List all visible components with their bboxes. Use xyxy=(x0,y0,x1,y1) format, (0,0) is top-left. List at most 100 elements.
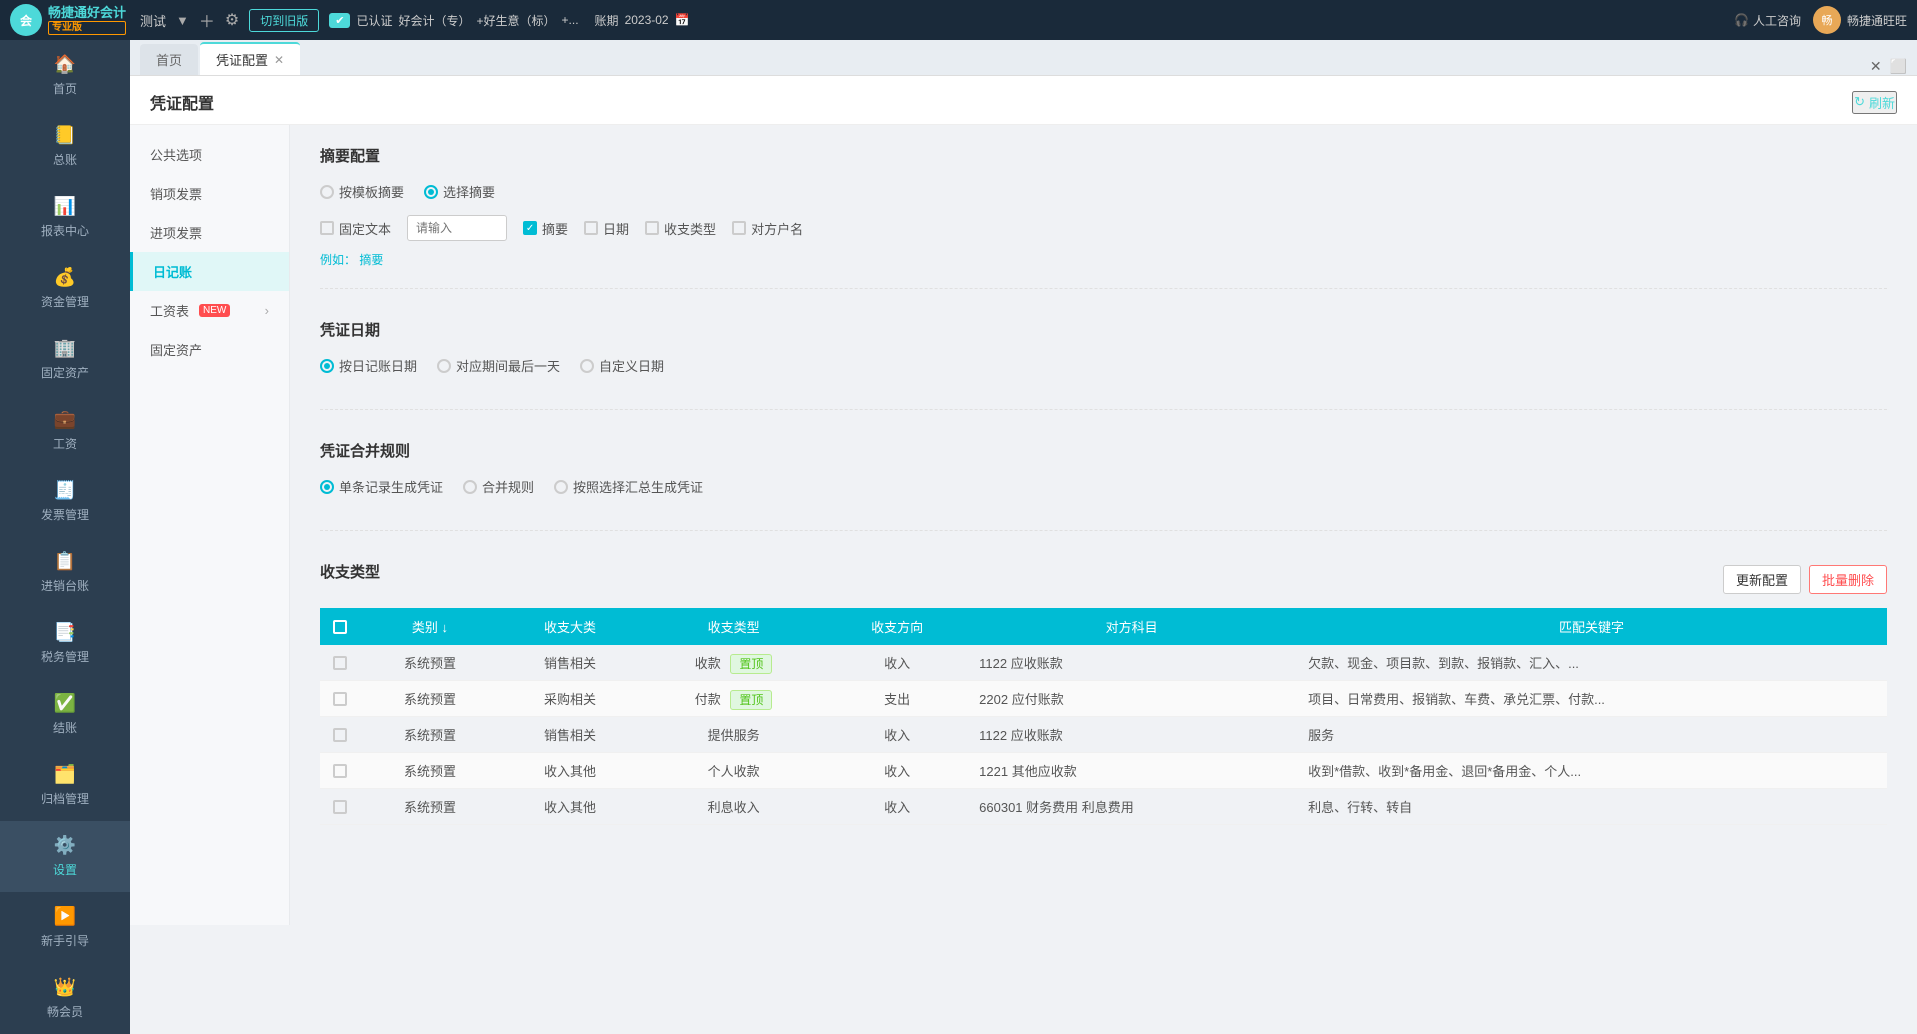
row-checkbox-3[interactable] xyxy=(333,764,347,778)
batch-delete-btn[interactable]: 批量删除 xyxy=(1809,565,1887,594)
counterparty-checkbox-box xyxy=(732,221,746,235)
sidebar-item-reports[interactable]: 📊 报表中心 xyxy=(0,182,130,253)
app-edition: 专业版 xyxy=(48,21,126,35)
sidebar-item-settings[interactable]: ⚙️ 设置 xyxy=(0,821,130,892)
inner-layout: 公共选项 销项发票 进项发票 日记账 工资表 NEW › 固定资产 xyxy=(130,125,1917,925)
row-account-2: 1122 应收账款 xyxy=(967,717,1296,753)
sidebar-item-home[interactable]: 🏠 首页 xyxy=(0,40,130,111)
row-direction-4: 收入 xyxy=(827,789,967,825)
row-sub-type-1: 付款 置顶 xyxy=(640,681,827,717)
row-checkbox-4[interactable] xyxy=(333,800,347,814)
sidebar-label-archive: 归档管理 xyxy=(41,790,89,807)
maximize-icon[interactable]: ⬜ xyxy=(1890,58,1907,75)
sidebar-item-tax[interactable]: 📑 税务管理 xyxy=(0,608,130,679)
row-keywords-4: 利息、行转、转自 xyxy=(1296,789,1887,825)
sub-sidebar-purchase-label: 进项发票 xyxy=(150,223,202,242)
sidebar-item-invoice[interactable]: 🧾 发票管理 xyxy=(0,466,130,537)
sub-sidebar-payroll[interactable]: 工资表 NEW › xyxy=(130,291,289,330)
summary-section-title: 摘要配置 xyxy=(320,145,1887,166)
sidebar-item-ledger[interactable]: 📒 总账 xyxy=(0,111,130,182)
plus-icon[interactable]: ＋ xyxy=(199,8,215,32)
template-summary-label: 按模板摘要 xyxy=(339,182,404,201)
period-value: 2023-02 xyxy=(625,13,669,27)
period-label: 账期 xyxy=(595,12,619,29)
sub-sidebar-fixed-assets-sub[interactable]: 固定资产 xyxy=(130,330,289,369)
tab-home[interactable]: 首页 xyxy=(140,44,198,75)
sidebar-item-salary[interactable]: 💼 工资 xyxy=(0,395,130,466)
human-service-btn[interactable]: 🎧 人工咨询 xyxy=(1734,12,1801,29)
sub-sidebar-purchase-invoice[interactable]: 进项发票 xyxy=(130,213,289,252)
fixed-text-checkbox-box xyxy=(320,221,334,235)
payment-type-checkbox[interactable]: 收支类型 xyxy=(645,219,716,238)
single-record-radio[interactable]: 单条记录生成凭证 xyxy=(320,477,443,496)
expand-arrow-icon[interactable]: › xyxy=(265,303,269,318)
sidebar-item-fixed-assets[interactable]: 🏢 固定资产 xyxy=(0,324,130,395)
sidebar-item-funds[interactable]: 💰 资金管理 xyxy=(0,253,130,324)
row-checkbox-2[interactable] xyxy=(333,728,347,742)
row-keywords-2: 服务 xyxy=(1296,717,1887,753)
close-window-icon[interactable]: ✕ xyxy=(1870,58,1882,75)
date-checkbox[interactable]: 日期 xyxy=(584,219,629,238)
fixed-text-checkbox[interactable]: 固定文本 xyxy=(320,219,391,238)
settings-icon[interactable]: ⚙ xyxy=(225,10,239,30)
summary-checkbox-row: 固定文本 ✓ 摘要 日期 收支类型 xyxy=(320,215,1887,241)
single-record-label: 单条记录生成凭证 xyxy=(339,477,443,496)
example-prefix: 例如： xyxy=(320,253,356,267)
voucher-date-radio-group: 按日记账日期 对应期间最后一天 自定义日期 xyxy=(320,356,1887,375)
app-logo: 会 畅捷通好会计 专业版 xyxy=(10,4,130,36)
calendar-icon[interactable]: 📅 xyxy=(675,13,690,27)
sidebar-item-archive[interactable]: 🗂️ 归档管理 xyxy=(0,750,130,821)
period-last-day-radio[interactable]: 对应期间最后一天 xyxy=(437,356,560,375)
user-menu[interactable]: 畅 畅捷通旺旺 xyxy=(1813,6,1907,34)
sidebar-label-settings: 设置 xyxy=(53,861,77,878)
sub-sidebar-fixed-assets-label: 固定资产 xyxy=(150,340,202,359)
row-checkbox-1[interactable] xyxy=(333,692,347,706)
company-dropdown-icon[interactable]: ▼ xyxy=(176,13,189,28)
tax-icon: 📑 xyxy=(54,622,76,643)
sidebar-label-tax: 税务管理 xyxy=(41,648,89,665)
tab-bar: 首页 凭证配置 ✕ ✕ ⬜ xyxy=(130,40,1917,76)
summary-generate-radio[interactable]: 按照选择汇总生成凭证 xyxy=(554,477,703,496)
custom-date-label: 自定义日期 xyxy=(599,356,664,375)
sub-sidebar-public[interactable]: 公共选项 xyxy=(130,135,289,174)
summary-checkbox[interactable]: ✓ 摘要 xyxy=(523,219,568,238)
row-direction-1: 支出 xyxy=(827,681,967,717)
tag-reset-0[interactable]: 置顶 xyxy=(730,654,772,674)
fixed-text-input[interactable] xyxy=(407,215,507,241)
template-summary-radio[interactable]: 按模板摘要 xyxy=(320,182,404,201)
row-major-type-0: 销售相关 xyxy=(500,645,640,681)
sidebar-item-member[interactable]: 👑 畅会员 xyxy=(0,963,130,1034)
custom-date-radio[interactable]: 自定义日期 xyxy=(580,356,664,375)
table-header-row: 收支类型 更新配置 批量删除 xyxy=(320,561,1887,598)
sub-sidebar-sales-invoice[interactable]: 销项发票 xyxy=(130,174,289,213)
custom-date-radio-circle xyxy=(580,359,594,373)
row-major-type-4: 收入其他 xyxy=(500,789,640,825)
user-name: 畅捷通旺旺 xyxy=(1847,12,1907,29)
journal-date-label: 按日记账日期 xyxy=(339,356,417,375)
summary-checkbox-box: ✓ xyxy=(523,221,537,235)
sidebar-item-closing[interactable]: ✅ 结账 xyxy=(0,679,130,750)
select-summary-radio[interactable]: 选择摘要 xyxy=(424,182,495,201)
refresh-icon: ↻ xyxy=(1854,94,1865,110)
row-major-type-2: 销售相关 xyxy=(500,717,640,753)
switch-old-btn[interactable]: 切到旧版 xyxy=(249,9,319,32)
tag-reset-1[interactable]: 置顶 xyxy=(730,690,772,710)
refresh-btn[interactable]: ↻ 刷新 xyxy=(1852,91,1897,114)
merge-rules-radio[interactable]: 合并规则 xyxy=(463,477,534,496)
sidebar-item-purchase[interactable]: 📋 进销台账 xyxy=(0,537,130,608)
table-row: 系统预置 收入其他 利息收入 收入 660301 财务费用 利息费用 利息、行转… xyxy=(320,789,1887,825)
row-keywords-3: 收到*借款、收到*备用金、退回*备用金、个人... xyxy=(1296,753,1887,789)
avatar: 畅 xyxy=(1813,6,1841,34)
update-config-btn[interactable]: 更新配置 xyxy=(1723,565,1801,594)
company-name: 测试 xyxy=(140,11,166,30)
tab-voucher-config[interactable]: 凭证配置 ✕ xyxy=(200,42,300,75)
new-badge: NEW xyxy=(199,304,230,317)
row-checkbox-0[interactable] xyxy=(333,656,347,670)
sidebar-item-guide[interactable]: ▶️ 新手引导 xyxy=(0,892,130,963)
select-all-checkbox[interactable] xyxy=(333,620,347,634)
journal-date-radio[interactable]: 按日记账日期 xyxy=(320,356,417,375)
tab-close-icon[interactable]: ✕ xyxy=(274,53,284,67)
sub-sidebar-journal[interactable]: 日记账 xyxy=(130,252,289,291)
good-business-label: +好生意（标） xyxy=(477,12,556,29)
counterparty-checkbox[interactable]: 对方户名 xyxy=(732,219,803,238)
